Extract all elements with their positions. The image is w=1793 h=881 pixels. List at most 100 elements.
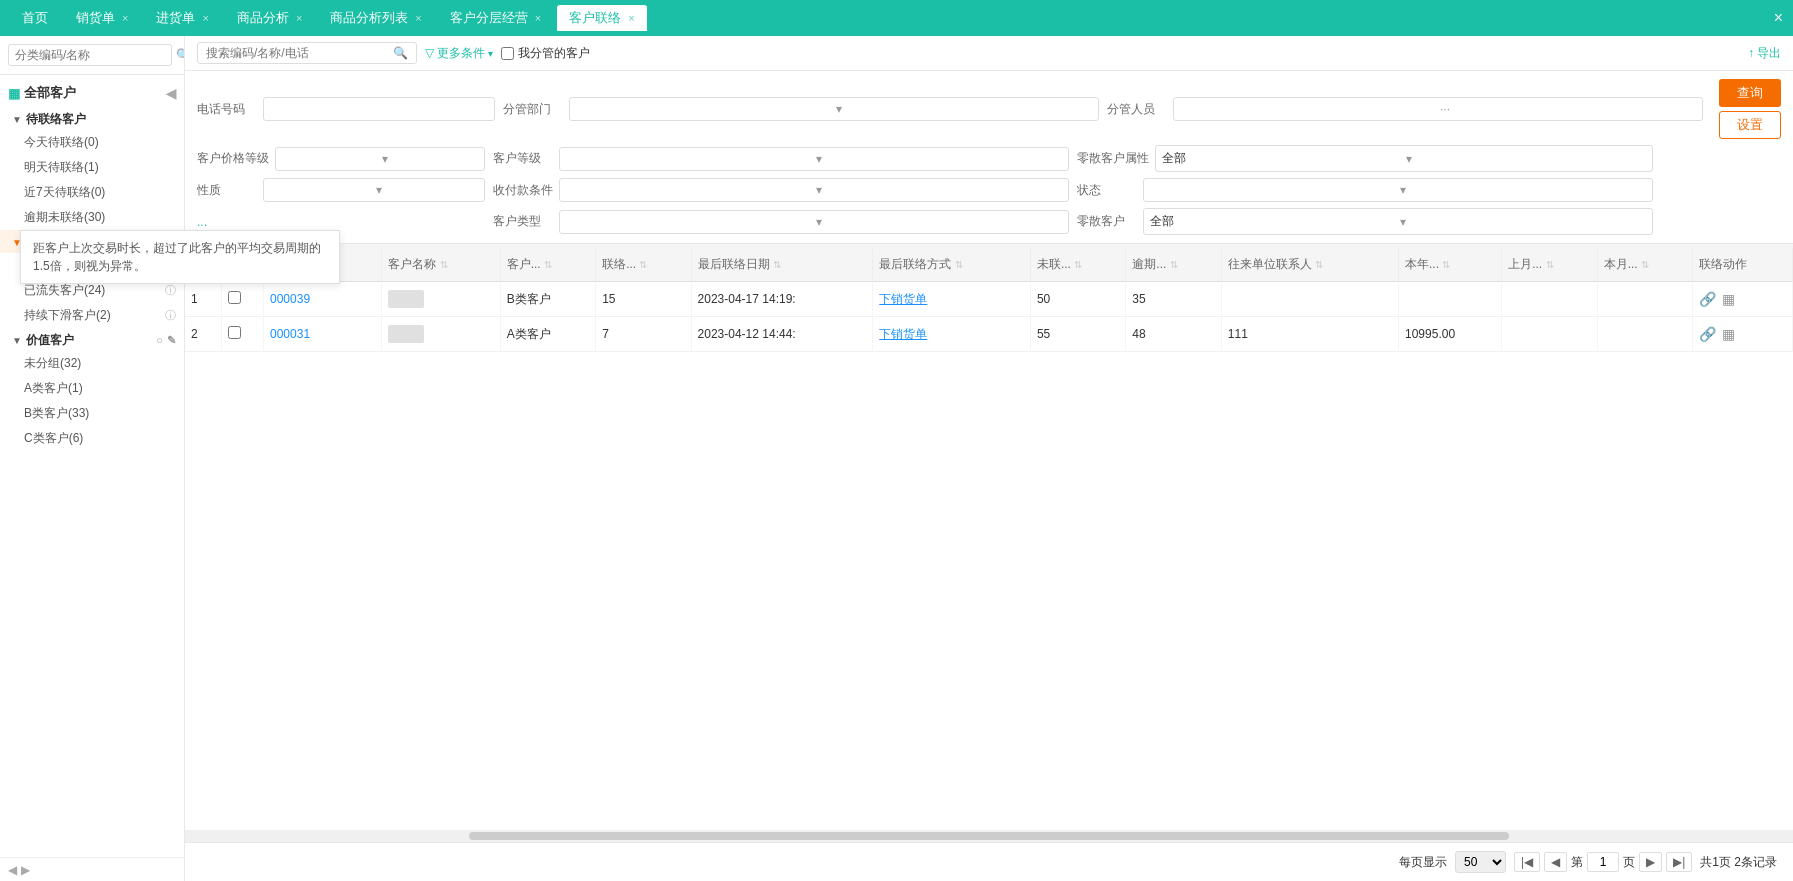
- nav-tab-customer-contact[interactable]: 客户联络 ×: [557, 5, 646, 31]
- close-icon[interactable]: ×: [122, 12, 128, 24]
- th-customer-type[interactable]: 客户... ⇅: [500, 248, 595, 282]
- nav-tab-customer-segment[interactable]: 客户分层经营 ×: [438, 5, 553, 31]
- arrow-icon: ▼: [12, 114, 22, 125]
- per-page-label: 每页显示: [1399, 854, 1447, 871]
- scrollbar-thumb[interactable]: [469, 832, 1509, 840]
- th-overdue[interactable]: 逾期... ⇅: [1126, 248, 1221, 282]
- customer-type-dropdown[interactable]: ▾: [559, 210, 1069, 234]
- dept-dropdown[interactable]: ▾: [569, 97, 1099, 121]
- chevron-down-icon: ▾: [1400, 183, 1646, 197]
- nav-tab-home[interactable]: 首页: [10, 5, 60, 31]
- sidebar-item-7days[interactable]: 近7天待联络(0): [0, 180, 184, 205]
- th-this-month[interactable]: 本月... ⇅: [1597, 248, 1692, 282]
- sort-icon: ⇅: [1546, 259, 1554, 270]
- close-icon[interactable]: ×: [535, 12, 541, 24]
- status-dropdown[interactable]: ▾: [1143, 178, 1653, 202]
- total-records-label: 共1页 2条记录: [1700, 854, 1777, 871]
- filter-row-2: 客户价格等级 ▾ 客户等级 ▾ 零散客户属性 全部: [197, 145, 1781, 172]
- manager-dropdown[interactable]: ···: [1173, 97, 1703, 121]
- sort-icon: ⇅: [639, 259, 647, 270]
- more-dots-button[interactable]: ...: [197, 215, 485, 229]
- nav-arrow-right[interactable]: ▶: [21, 863, 30, 877]
- sidebar-bottom: ◀ ▶: [0, 857, 184, 881]
- row-this-month: [1597, 282, 1692, 317]
- nav-tab-purchase[interactable]: 进货单 ×: [144, 5, 220, 31]
- sidebar-item-tomorrow[interactable]: 明天待联络(1): [0, 155, 184, 180]
- price-level-dropdown[interactable]: ▾: [275, 147, 485, 171]
- top-nav: 首页 销货单 × 进货单 × 商品分析 × 商品分析列表 × 客户分层经营 × …: [0, 0, 1793, 36]
- export-button[interactable]: ↑ 导出: [1748, 45, 1781, 62]
- prev-page-button[interactable]: ◀: [1544, 852, 1567, 872]
- th-this-year[interactable]: 本年... ⇅: [1399, 248, 1502, 282]
- close-icon[interactable]: ×: [296, 12, 302, 24]
- my-customer-checkbox-label[interactable]: 我分管的客户: [501, 45, 590, 62]
- row-checkbox[interactable]: [221, 282, 264, 317]
- row-contact-count: 15: [596, 282, 691, 317]
- first-page-button[interactable]: |◀: [1514, 852, 1540, 872]
- th-name[interactable]: 客户名称 ⇅: [382, 248, 500, 282]
- retail-customer-dropdown[interactable]: 全部 ▾: [1143, 208, 1653, 235]
- sidebar-item-a-class[interactable]: A类客户(1): [0, 376, 184, 401]
- filter-customer-type: 客户类型 ▾: [493, 210, 1069, 234]
- query-button[interactable]: 查询: [1719, 79, 1781, 107]
- more-conditions-button[interactable]: ▽ 更多条件 ▾: [425, 45, 493, 62]
- page-label: 第: [1571, 854, 1583, 871]
- gender-dropdown[interactable]: ▾: [263, 178, 485, 202]
- close-icon[interactable]: ×: [628, 12, 634, 24]
- row-checkbox[interactable]: [221, 317, 264, 352]
- filter-gender: 性质 ▾: [197, 178, 485, 202]
- arrow-icon: ▼: [12, 335, 22, 346]
- sidebar-item-today[interactable]: 今天待联络(0): [0, 130, 184, 155]
- row-contact-count: 7: [596, 317, 691, 352]
- nav-tab-sales[interactable]: 销货单 ×: [64, 5, 140, 31]
- sidebar-item-c-class[interactable]: C类客户(6): [0, 426, 184, 451]
- customer-level-dropdown[interactable]: ▾: [559, 147, 1069, 171]
- of-label: 页: [1623, 854, 1635, 871]
- nav-arrow-left[interactable]: ◀: [8, 863, 17, 877]
- close-icon[interactable]: ×: [202, 12, 208, 24]
- grid-action-icon[interactable]: ▦: [1722, 326, 1735, 342]
- sidebar-section-value[interactable]: ▼ 价值客户 ○ ✎: [0, 328, 184, 351]
- grid-action-icon[interactable]: ▦: [1722, 291, 1735, 307]
- row-name: [382, 317, 500, 352]
- per-page-select[interactable]: 102050100: [1455, 851, 1506, 873]
- retail-attr-dropdown[interactable]: 全部 ▾: [1155, 145, 1653, 172]
- sidebar-item-declining[interactable]: 持续下滑客户(2) ⓘ: [0, 303, 184, 328]
- last-page-button[interactable]: ▶|: [1666, 852, 1692, 872]
- row-last-contact-method[interactable]: 下销货单: [873, 317, 1031, 352]
- search-icon[interactable]: 🔍: [176, 48, 185, 62]
- row-this-month: [1597, 317, 1692, 352]
- page-input[interactable]: [1587, 852, 1619, 872]
- th-last-contact-method[interactable]: 最后联络方式 ⇅: [873, 248, 1031, 282]
- th-uncontacted[interactable]: 未联... ⇅: [1030, 248, 1125, 282]
- nav-tab-product-analysis[interactable]: 商品分析 ×: [225, 5, 314, 31]
- th-last-month[interactable]: 上月... ⇅: [1502, 248, 1597, 282]
- window-close-button[interactable]: ×: [1774, 9, 1783, 27]
- horizontal-scrollbar[interactable]: [185, 830, 1793, 842]
- close-icon[interactable]: ×: [415, 12, 421, 24]
- search-input[interactable]: [206, 46, 389, 60]
- my-customer-checkbox[interactable]: [501, 47, 514, 60]
- th-contacts[interactable]: 往来单位联系人 ⇅: [1221, 248, 1398, 282]
- payment-dropdown[interactable]: ▾: [559, 178, 1069, 202]
- nav-tab-product-list[interactable]: 商品分析列表 ×: [318, 5, 433, 31]
- edit-icon[interactable]: ○: [156, 334, 163, 347]
- settings-button[interactable]: 设置: [1719, 111, 1781, 139]
- settings-icon[interactable]: ✎: [167, 334, 176, 347]
- phone-input[interactable]: [263, 97, 495, 121]
- sidebar-item-ungrouped[interactable]: 未分组(32): [0, 351, 184, 376]
- row-last-contact-method[interactable]: 下销货单: [873, 282, 1031, 317]
- sidebar-item-overdue[interactable]: 逾期未联络(30): [0, 205, 184, 230]
- table-row: 2 000031 A类客户 7 2023-04-12 14:44: 下销货单 5…: [185, 317, 1793, 352]
- th-last-contact-date[interactable]: 最后联络日期 ⇅: [691, 248, 873, 282]
- sidebar-search-input[interactable]: [8, 44, 172, 66]
- search-icon[interactable]: 🔍: [393, 46, 408, 60]
- link-icon[interactable]: 🔗: [1699, 326, 1716, 342]
- sidebar-section-pending[interactable]: ▼ 待联络客户: [0, 107, 184, 130]
- filter-retail-attr: 零散客户属性 全部 ▾: [1077, 145, 1653, 172]
- sidebar-item-all-customers[interactable]: ▦ 全部客户 ◀: [0, 79, 184, 107]
- th-contact-count[interactable]: 联络... ⇅: [596, 248, 691, 282]
- sidebar-item-b-class[interactable]: B类客户(33): [0, 401, 184, 426]
- link-icon[interactable]: 🔗: [1699, 291, 1716, 307]
- next-page-button[interactable]: ▶: [1639, 852, 1662, 872]
